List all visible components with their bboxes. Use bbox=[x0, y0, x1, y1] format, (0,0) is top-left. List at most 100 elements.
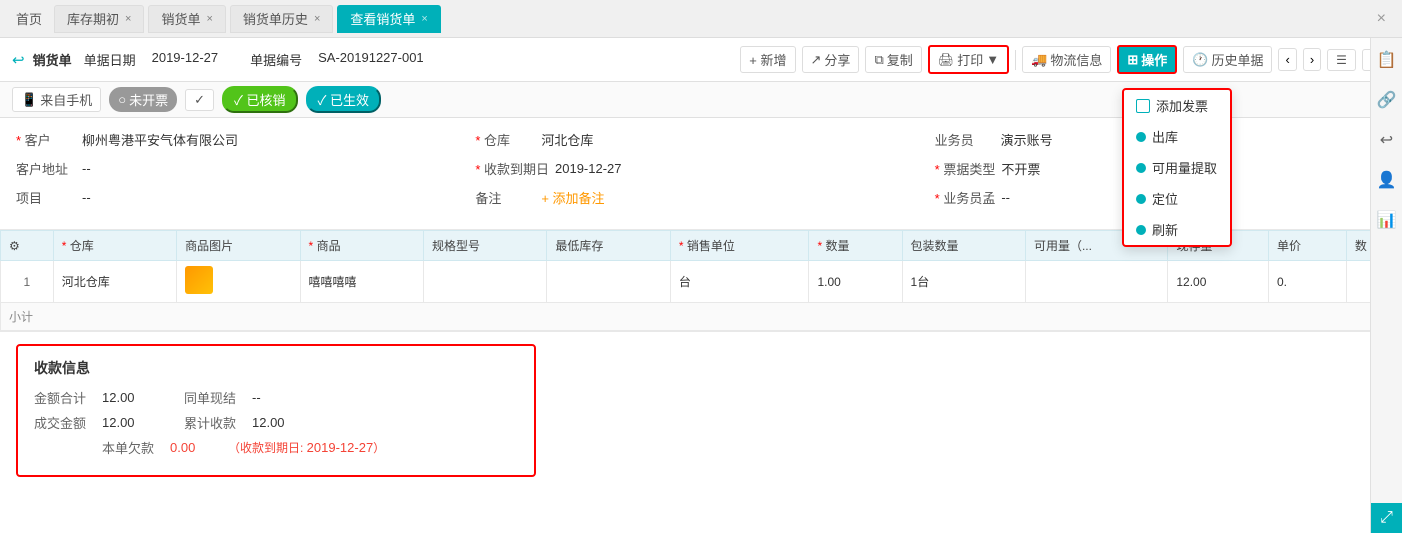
row-price: 0. bbox=[1269, 261, 1347, 303]
tab-sales-label: 销货单 bbox=[161, 9, 200, 28]
sidebar-icon-user[interactable]: 👤 bbox=[1373, 166, 1401, 194]
tab-sales-history[interactable]: 销货单历史 × bbox=[230, 5, 333, 33]
tab-view-sales-close[interactable]: × bbox=[421, 13, 427, 25]
owe-item: 本单欠款 0.00 （收款到期日: 2019-12-27） bbox=[102, 438, 385, 457]
doc-meta: 单据日期 2019-12-27 单据编号 SA-20191227-001 bbox=[84, 50, 424, 69]
locate-label: 定位 bbox=[1152, 189, 1178, 208]
add-note-button[interactable]: 添加备注 bbox=[541, 188, 604, 207]
table-row: 1 河北仓库 嘻嘻嘻嘻 台 1.00 1台 12.00 0. bbox=[1, 261, 1402, 303]
right-sidebar: 📋 🔗 ↩ 👤 📊 ⤢ bbox=[1370, 38, 1402, 533]
owe-value: 0.00 bbox=[170, 440, 220, 455]
sidebar-icon-return[interactable]: ↩ bbox=[1376, 126, 1397, 154]
th-pack-qty: 包装数量 bbox=[902, 231, 1025, 261]
payment-title: 收款信息 bbox=[34, 358, 518, 378]
doc-date-label: 单据日期 bbox=[84, 50, 136, 69]
th-gear: ⚙ bbox=[1, 231, 54, 261]
doc-no-value: SA-20191227-001 bbox=[318, 50, 424, 69]
copy-button[interactable]: ⧉ 复制 bbox=[865, 46, 921, 73]
tab-view-sales[interactable]: 查看销货单 × bbox=[337, 5, 440, 33]
add-invoice-item[interactable]: 添加发票 bbox=[1124, 90, 1230, 121]
refresh-item[interactable]: 刷新 bbox=[1124, 214, 1230, 245]
tab-sales-history-close[interactable]: × bbox=[314, 13, 320, 25]
same-order-item: 同单现结 -- bbox=[184, 388, 302, 407]
th-product-img: 商品图片 bbox=[177, 231, 300, 261]
effect-button[interactable]: ✓ 已生效 bbox=[306, 86, 382, 113]
outbound-item[interactable]: 出库 bbox=[1124, 121, 1230, 152]
remark-label: 备注 bbox=[475, 188, 535, 207]
address-group: 客户地址 -- bbox=[16, 159, 467, 178]
outbound-icon bbox=[1136, 132, 1146, 142]
tab-sales-close[interactable]: × bbox=[206, 13, 212, 25]
th-product: 商品 bbox=[300, 231, 423, 261]
effect-check: ✓ bbox=[318, 93, 331, 108]
customer-label: 客户 bbox=[16, 130, 76, 149]
next-button[interactable]: › bbox=[1303, 48, 1321, 71]
tab-sales-history-label: 销货单历史 bbox=[243, 9, 308, 28]
cumulative-label: 累计收款 bbox=[184, 413, 244, 432]
operate-button[interactable]: ⊞ 操作 bbox=[1117, 45, 1177, 74]
same-order-value: -- bbox=[252, 390, 302, 405]
th-spec: 规格型号 bbox=[423, 231, 546, 261]
locate-icon bbox=[1136, 194, 1146, 204]
operate-icon: ⊞ bbox=[1127, 52, 1138, 68]
new-button[interactable]: + 新增 bbox=[740, 46, 795, 73]
doc-date-value: 2019-12-27 bbox=[152, 50, 219, 69]
sidebar-icon-doc[interactable]: 📋 bbox=[1373, 46, 1401, 74]
grid-view-button[interactable]: ☰ bbox=[1327, 49, 1356, 71]
sidebar-icon-chart[interactable]: 📊 bbox=[1373, 206, 1401, 234]
confirm-icon-btn[interactable]: ✓ bbox=[185, 89, 214, 111]
amount-item: 金额合计 12.00 bbox=[34, 388, 152, 407]
warehouse-label: 仓库 bbox=[475, 130, 535, 149]
print-dropdown-icon: ▼ bbox=[986, 52, 999, 67]
add-invoice-label: 添加发票 bbox=[1156, 96, 1208, 115]
tab-sales[interactable]: 销货单 × bbox=[148, 5, 225, 33]
sidebar-icon-link[interactable]: 🔗 bbox=[1373, 86, 1401, 114]
row-spec bbox=[423, 261, 546, 303]
available-extract-item[interactable]: 可用量提取 bbox=[1124, 152, 1230, 183]
locate-item[interactable]: 定位 bbox=[1124, 183, 1230, 214]
row-warehouse: 河北仓库 bbox=[53, 261, 176, 303]
history-icon: 🕐 bbox=[1192, 52, 1208, 68]
tab-inventory[interactable]: 库存期初 × bbox=[54, 5, 144, 33]
refresh-icon bbox=[1136, 225, 1146, 235]
subtotal-row: 小计 bbox=[1, 303, 1402, 331]
doc-icon: ↩ bbox=[12, 51, 25, 69]
owe-date: 2019-12-27 bbox=[307, 440, 374, 455]
extract-icon bbox=[1136, 163, 1146, 173]
customer-value: 柳州粤港平安气体有限公司 bbox=[82, 130, 242, 149]
print-icon: 🖨 bbox=[938, 52, 955, 68]
toolbar-right: + 新增 ↗ 分享 ⧉ 复制 🖨 打印 ▼ 🚚 物流信息 ⊞ 操作 bbox=[740, 45, 1390, 74]
phone-icon: 📱 bbox=[21, 92, 37, 108]
logistics-button[interactable]: 🚚 物流信息 bbox=[1022, 46, 1111, 73]
prev-button[interactable]: ‹ bbox=[1278, 48, 1296, 71]
from-phone-button[interactable]: 📱 来自手机 bbox=[12, 87, 101, 112]
staff-label: 业务员 bbox=[935, 130, 995, 149]
row-qty: 1.00 bbox=[809, 261, 902, 303]
share-button[interactable]: ↗ 分享 bbox=[802, 46, 860, 73]
payment-date-value: 2019-12-27 bbox=[555, 161, 715, 176]
row-product: 嘻嘻嘻嘻 bbox=[300, 261, 423, 303]
sidebar-icon-expand[interactable]: ⤢ bbox=[1371, 503, 1402, 533]
invoice-icon bbox=[1136, 99, 1150, 113]
confirmed-button[interactable]: ✓ 已核销 bbox=[222, 86, 298, 113]
warehouse-group: 仓库 河北仓库 bbox=[475, 130, 926, 149]
payment-date-label: 收款到期日 bbox=[475, 159, 549, 178]
not-open-button[interactable]: ○ 未开票 bbox=[109, 87, 177, 112]
payment-row-1: 金额合计 12.00 同单现结 -- bbox=[34, 388, 518, 407]
ticket-icon: ○ bbox=[118, 92, 126, 107]
project-label: 项目 bbox=[16, 188, 76, 207]
tab-inventory-close[interactable]: × bbox=[125, 13, 131, 25]
logistics-icon: 🚚 bbox=[1031, 52, 1047, 68]
history-button[interactable]: 🕐 历史单据 bbox=[1183, 46, 1272, 73]
cumulative-item: 累计收款 12.00 bbox=[184, 413, 302, 432]
print-button[interactable]: 🖨 打印 ▼ bbox=[928, 45, 1009, 74]
warehouse-value: 河北仓库 bbox=[541, 130, 701, 149]
row-num: 1 bbox=[1, 261, 54, 303]
deal-label: 成交金额 bbox=[34, 413, 94, 432]
tab-view-sales-label: 查看销货单 bbox=[350, 9, 415, 28]
ticket-type-label: 票据类型 bbox=[935, 159, 996, 178]
window-close-button[interactable]: × bbox=[1369, 10, 1394, 28]
tab-home[interactable]: 首页 bbox=[8, 5, 50, 33]
customer-group: 客户 柳州粤港平安气体有限公司 bbox=[16, 130, 467, 149]
th-qty: 数量 bbox=[809, 231, 902, 261]
